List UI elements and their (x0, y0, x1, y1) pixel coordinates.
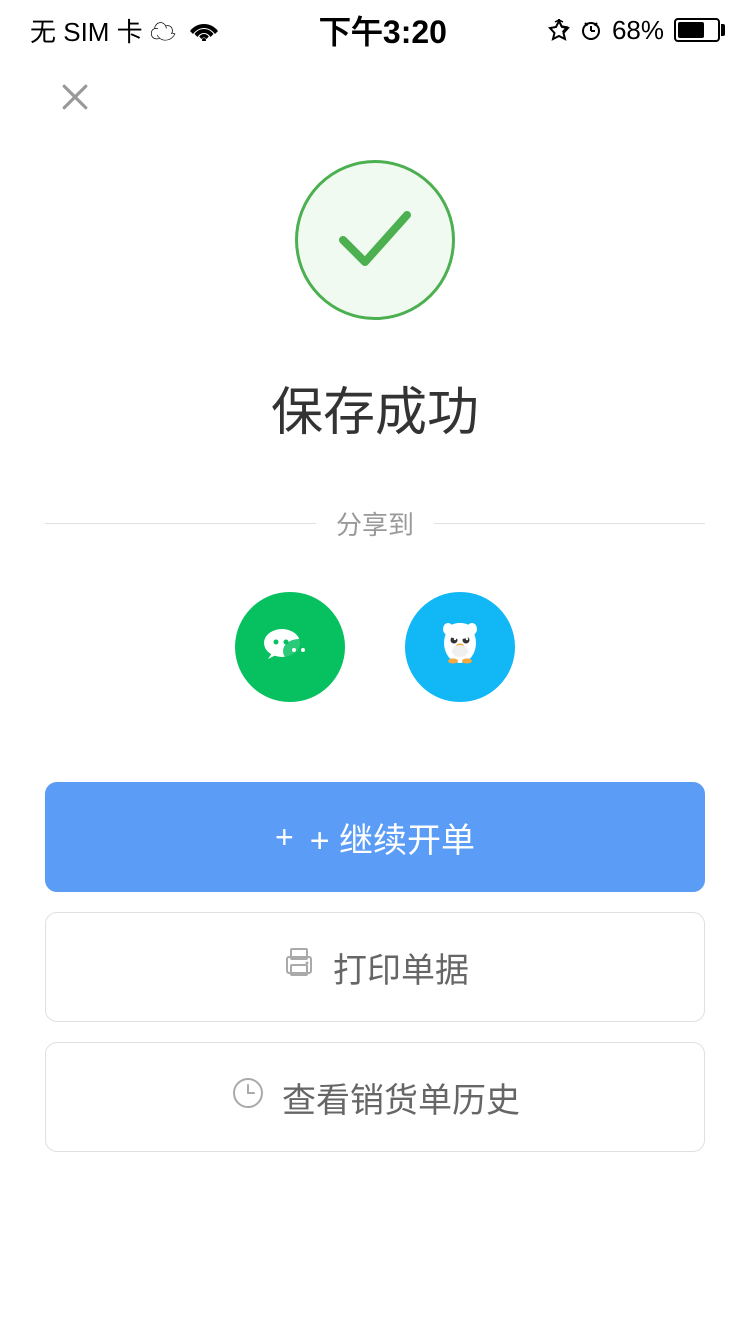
success-title: 保存成功 (271, 370, 479, 445)
status-time: 下午3:20 (319, 7, 447, 53)
battery-percent: 68% (612, 15, 664, 46)
sim-label: 无 SIM 卡 ☁ (30, 12, 176, 49)
share-divider: 分享到 (45, 505, 705, 542)
plus-icon: + (275, 819, 294, 856)
divider-right (434, 523, 705, 524)
continue-label: + 继续开单 (310, 813, 475, 862)
close-icon (57, 79, 93, 115)
checkmark-icon (335, 205, 415, 275)
share-icons (235, 592, 515, 702)
clock-icon (230, 1075, 266, 1119)
qq-icon (428, 615, 493, 680)
share-wechat-button[interactable] (235, 592, 345, 702)
print-button[interactable]: 打印单据 (45, 912, 705, 1022)
alarm-icon (580, 19, 602, 41)
print-label: 打印单据 (333, 943, 469, 992)
status-right: 68% (548, 15, 720, 46)
location-icon (548, 19, 570, 41)
divider-left (45, 523, 316, 524)
battery-icon (674, 18, 720, 42)
share-qq-button[interactable] (405, 592, 515, 702)
share-label: 分享到 (336, 505, 414, 542)
wifi-icon (190, 19, 218, 41)
history-button[interactable]: 查看销货单历史 (45, 1042, 705, 1152)
status-left: 无 SIM 卡 ☁ (30, 12, 218, 49)
status-bar: 无 SIM 卡 ☁ 下午3:20 68% (0, 0, 750, 60)
action-buttons: + + 继续开单 打印单据 (45, 782, 705, 1152)
success-circle (295, 160, 455, 320)
history-label: 查看销货单历史 (282, 1073, 520, 1122)
wechat-icon (258, 615, 323, 680)
close-button[interactable] (50, 72, 100, 122)
continue-button[interactable]: + + 继续开单 (45, 782, 705, 892)
printer-icon (281, 945, 317, 989)
main-content: 保存成功 分享到 (0, 60, 750, 1152)
